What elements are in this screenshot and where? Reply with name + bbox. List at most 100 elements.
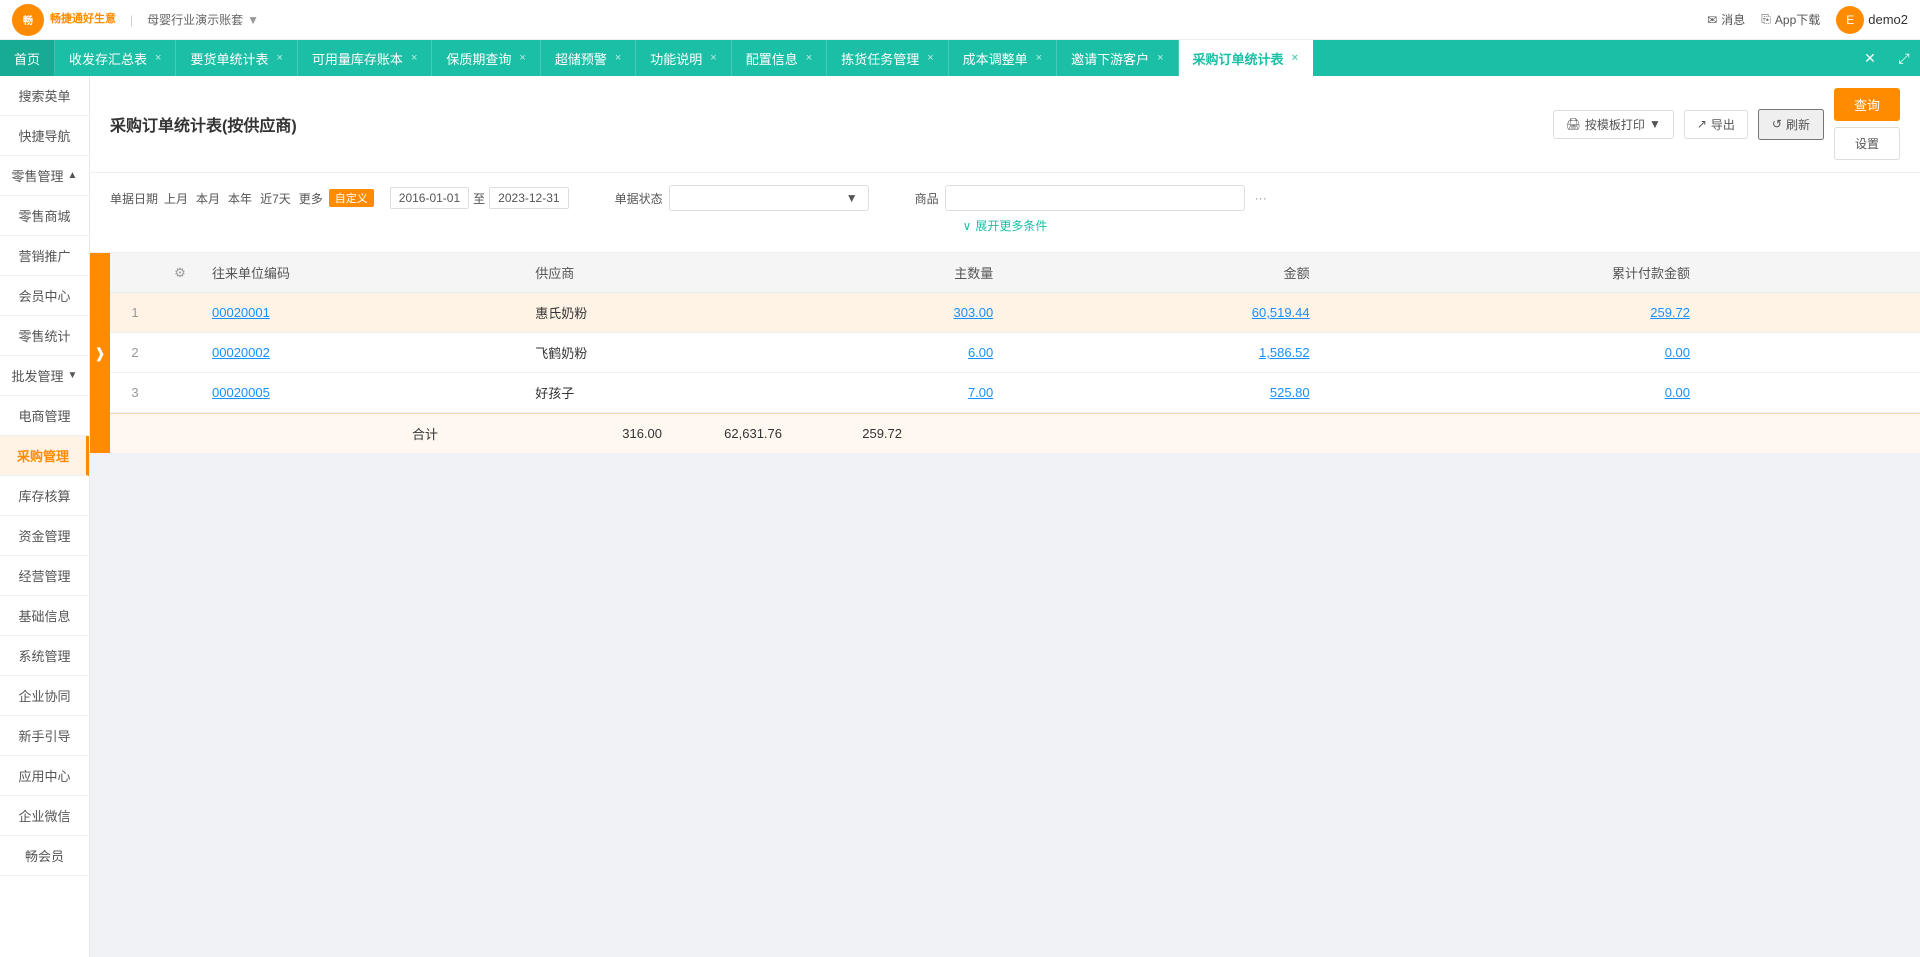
tab-config-info-close[interactable]: × (806, 52, 812, 64)
sidebar: 搜索英单 快捷导航 零售管理 ▲ 零售商城 营销推广 会员中心 零售统计 批发管… (0, 76, 90, 957)
tab-function-desc-close[interactable]: × (710, 52, 716, 64)
tab-order-summary-close[interactable]: × (276, 52, 282, 64)
tab-pick-task-close[interactable]: × (927, 52, 933, 64)
cell-index-2: 3 (110, 373, 160, 413)
sidebar-item-member-center[interactable]: 会员中心 (0, 276, 89, 316)
sidebar-item-member[interactable]: 畅会员 (0, 836, 89, 876)
th-paid-amount: 累计付款金额 (1340, 253, 1720, 293)
message-icon: ✉ (1707, 13, 1717, 27)
tab-cost-adjust[interactable]: 成本调整单 × (949, 40, 1057, 76)
collapse-toggle-button[interactable]: ❱ (90, 253, 110, 453)
setting-button[interactable]: 设置 (1834, 127, 1900, 160)
sidebar-retail-stats-label: 零售统计 (18, 329, 70, 344)
sidebar-item-quick-nav[interactable]: 快捷导航 (0, 116, 89, 156)
sidebar-basic-info-label: 基础信息 (18, 609, 70, 624)
shortcut-this-month[interactable]: 本月 (196, 190, 220, 207)
tab-maximize-button[interactable]: ⤢ (1888, 40, 1920, 76)
sidebar-retail-mgmt-inner: 零售管理 ▲ (8, 166, 81, 185)
print-label: 按模板打印 (1585, 116, 1645, 133)
sidebar-item-retail-mall[interactable]: 零售商城 (0, 196, 89, 236)
cell-index-1: 2 (110, 333, 160, 373)
sidebar-item-inventory-check[interactable]: 库存核算 (0, 476, 89, 516)
sidebar-item-new-guide[interactable]: 新手引导 (0, 716, 89, 756)
custom-badge: 自定义 (329, 189, 374, 207)
tab-close-all-button[interactable]: ✕ (1854, 40, 1886, 76)
tab-purchase-summary-close[interactable]: × (1292, 52, 1298, 64)
sidebar-item-app-center[interactable]: 应用中心 (0, 756, 89, 796)
tab-available-stock-close[interactable]: × (411, 52, 417, 64)
print-button[interactable]: 🖨 按模板打印 ▼ (1553, 110, 1674, 139)
user-area[interactable]: E demo2 (1836, 6, 1908, 34)
sidebar-finance-mgmt-label: 资金管理 (18, 529, 70, 544)
cell-paid-amount-0: 259.72 (1340, 293, 1720, 333)
gear-icon[interactable]: ⚙ (174, 265, 186, 280)
footer-paid-amount: 259.72 (812, 426, 932, 441)
table-area: ❱ ⚙ 往来单位编码 供应商 主数量 (90, 253, 1920, 453)
shortcut-more[interactable]: 更多 (299, 190, 323, 207)
wholesale-mgmt-arrow-icon: ▼ (68, 370, 78, 381)
cell-gear-0 (160, 293, 200, 333)
export-label: 导出 (1711, 116, 1735, 133)
sidebar-item-system-mgmt[interactable]: 系统管理 (0, 636, 89, 676)
sidebar-item-retail-mgmt[interactable]: 零售管理 ▲ (0, 156, 89, 196)
sidebar-item-enterprise-collab[interactable]: 企业协同 (0, 676, 89, 716)
main-layout: 搜索英单 快捷导航 零售管理 ▲ 零售商城 营销推广 会员中心 零售统计 批发管… (0, 76, 1920, 957)
query-button[interactable]: 查询 (1834, 88, 1900, 121)
tab-overstock-warning[interactable]: 超储预警 × (541, 40, 636, 76)
app-icon: ⎘ (1761, 12, 1771, 27)
app-download-button[interactable]: ⎘ App下载 (1761, 11, 1820, 28)
tab-overstock-warning-close[interactable]: × (615, 52, 621, 64)
tab-invite-downstream[interactable]: 邀请下游客户 × (1057, 40, 1178, 76)
tab-cost-adjust-close[interactable]: × (1036, 52, 1042, 64)
sidebar-item-finance-mgmt[interactable]: 资金管理 (0, 516, 89, 556)
goods-more-icon[interactable]: ··· (1255, 191, 1267, 205)
sidebar-item-ecommerce-mgmt[interactable]: 电商管理 (0, 396, 89, 436)
tab-config-info[interactable]: 配置信息 × (732, 40, 827, 76)
tab-purchase-summary[interactable]: 采购订单统计表 × (1179, 40, 1313, 76)
tab-receive-summary[interactable]: 收发存汇总表 × (55, 40, 176, 76)
th-amount: 金额 (1023, 253, 1339, 293)
sidebar-item-purchase-mgmt[interactable]: 采购管理 (0, 436, 89, 476)
tab-warranty-query-close[interactable]: × (519, 52, 525, 64)
status-filter-label: 单据状态 (615, 190, 663, 207)
tab-pick-task[interactable]: 拣货任务管理 × (827, 40, 948, 76)
refresh-icon: ↺ (1772, 117, 1782, 131)
sidebar-item-marketing[interactable]: 营销推广 (0, 236, 89, 276)
status-select[interactable]: ▼ (669, 185, 869, 211)
th-index (110, 253, 160, 293)
date-from[interactable]: 2016-01-01 (390, 187, 469, 209)
tab-order-summary[interactable]: 要货单统计表 × (176, 40, 297, 76)
sidebar-item-search[interactable]: 搜索英单 (0, 76, 89, 116)
shortcut-7days[interactable]: 近7天 (260, 190, 291, 207)
sidebar-retail-mgmt-label: 零售管理 (12, 166, 64, 185)
sidebar-search-label: 搜索英单 (18, 89, 70, 104)
sidebar-item-basic-info[interactable]: 基础信息 (0, 596, 89, 636)
sidebar-item-operations-mgmt[interactable]: 经营管理 (0, 556, 89, 596)
expand-more-button[interactable]: ∨ 展开更多条件 (963, 217, 1048, 234)
th-code: 往来单位编码 (200, 253, 523, 293)
cell-supplier-1: 飞鹤奶粉 (523, 333, 764, 373)
tab-available-stock[interactable]: 可用量库存账本 × (298, 40, 432, 76)
export-button[interactable]: ↗ 导出 (1684, 110, 1748, 139)
messages-button[interactable]: ✉ 消息 (1707, 11, 1745, 28)
table-wrapper: ⚙ 往来单位编码 供应商 主数量 金额 累计付款金额 (110, 253, 1920, 453)
goods-filter: 商品 ··· (915, 185, 1267, 211)
sidebar-item-enterprise-wechat[interactable]: 企业微信 (0, 796, 89, 836)
shortcut-this-year[interactable]: 本年 (228, 190, 252, 207)
sidebar-item-retail-stats[interactable]: 零售统计 (0, 316, 89, 356)
sidebar-system-mgmt-label: 系统管理 (18, 649, 70, 664)
shortcut-last-month[interactable]: 上月 (164, 190, 188, 207)
cell-gear-1 (160, 333, 200, 373)
sidebar-purchase-mgmt-label: 采购管理 (17, 449, 69, 464)
tab-function-desc[interactable]: 功能说明 × (636, 40, 731, 76)
tab-receive-summary-close[interactable]: × (155, 52, 161, 64)
sidebar-operations-mgmt-label: 经营管理 (18, 569, 70, 584)
page-header-actions: 🖨 按模板打印 ▼ ↗ 导出 ↺ 刷新 查询 设置 (1553, 88, 1900, 160)
sidebar-item-wholesale-mgmt[interactable]: 批发管理 ▼ (0, 356, 89, 396)
goods-input[interactable] (945, 185, 1245, 211)
tab-invite-downstream-close[interactable]: × (1157, 52, 1163, 64)
date-to[interactable]: 2023-12-31 (489, 187, 568, 209)
refresh-button[interactable]: ↺ 刷新 (1758, 109, 1824, 140)
tab-home[interactable]: 首页 (0, 40, 55, 76)
tab-warranty-query[interactable]: 保质期查询 × (432, 40, 540, 76)
